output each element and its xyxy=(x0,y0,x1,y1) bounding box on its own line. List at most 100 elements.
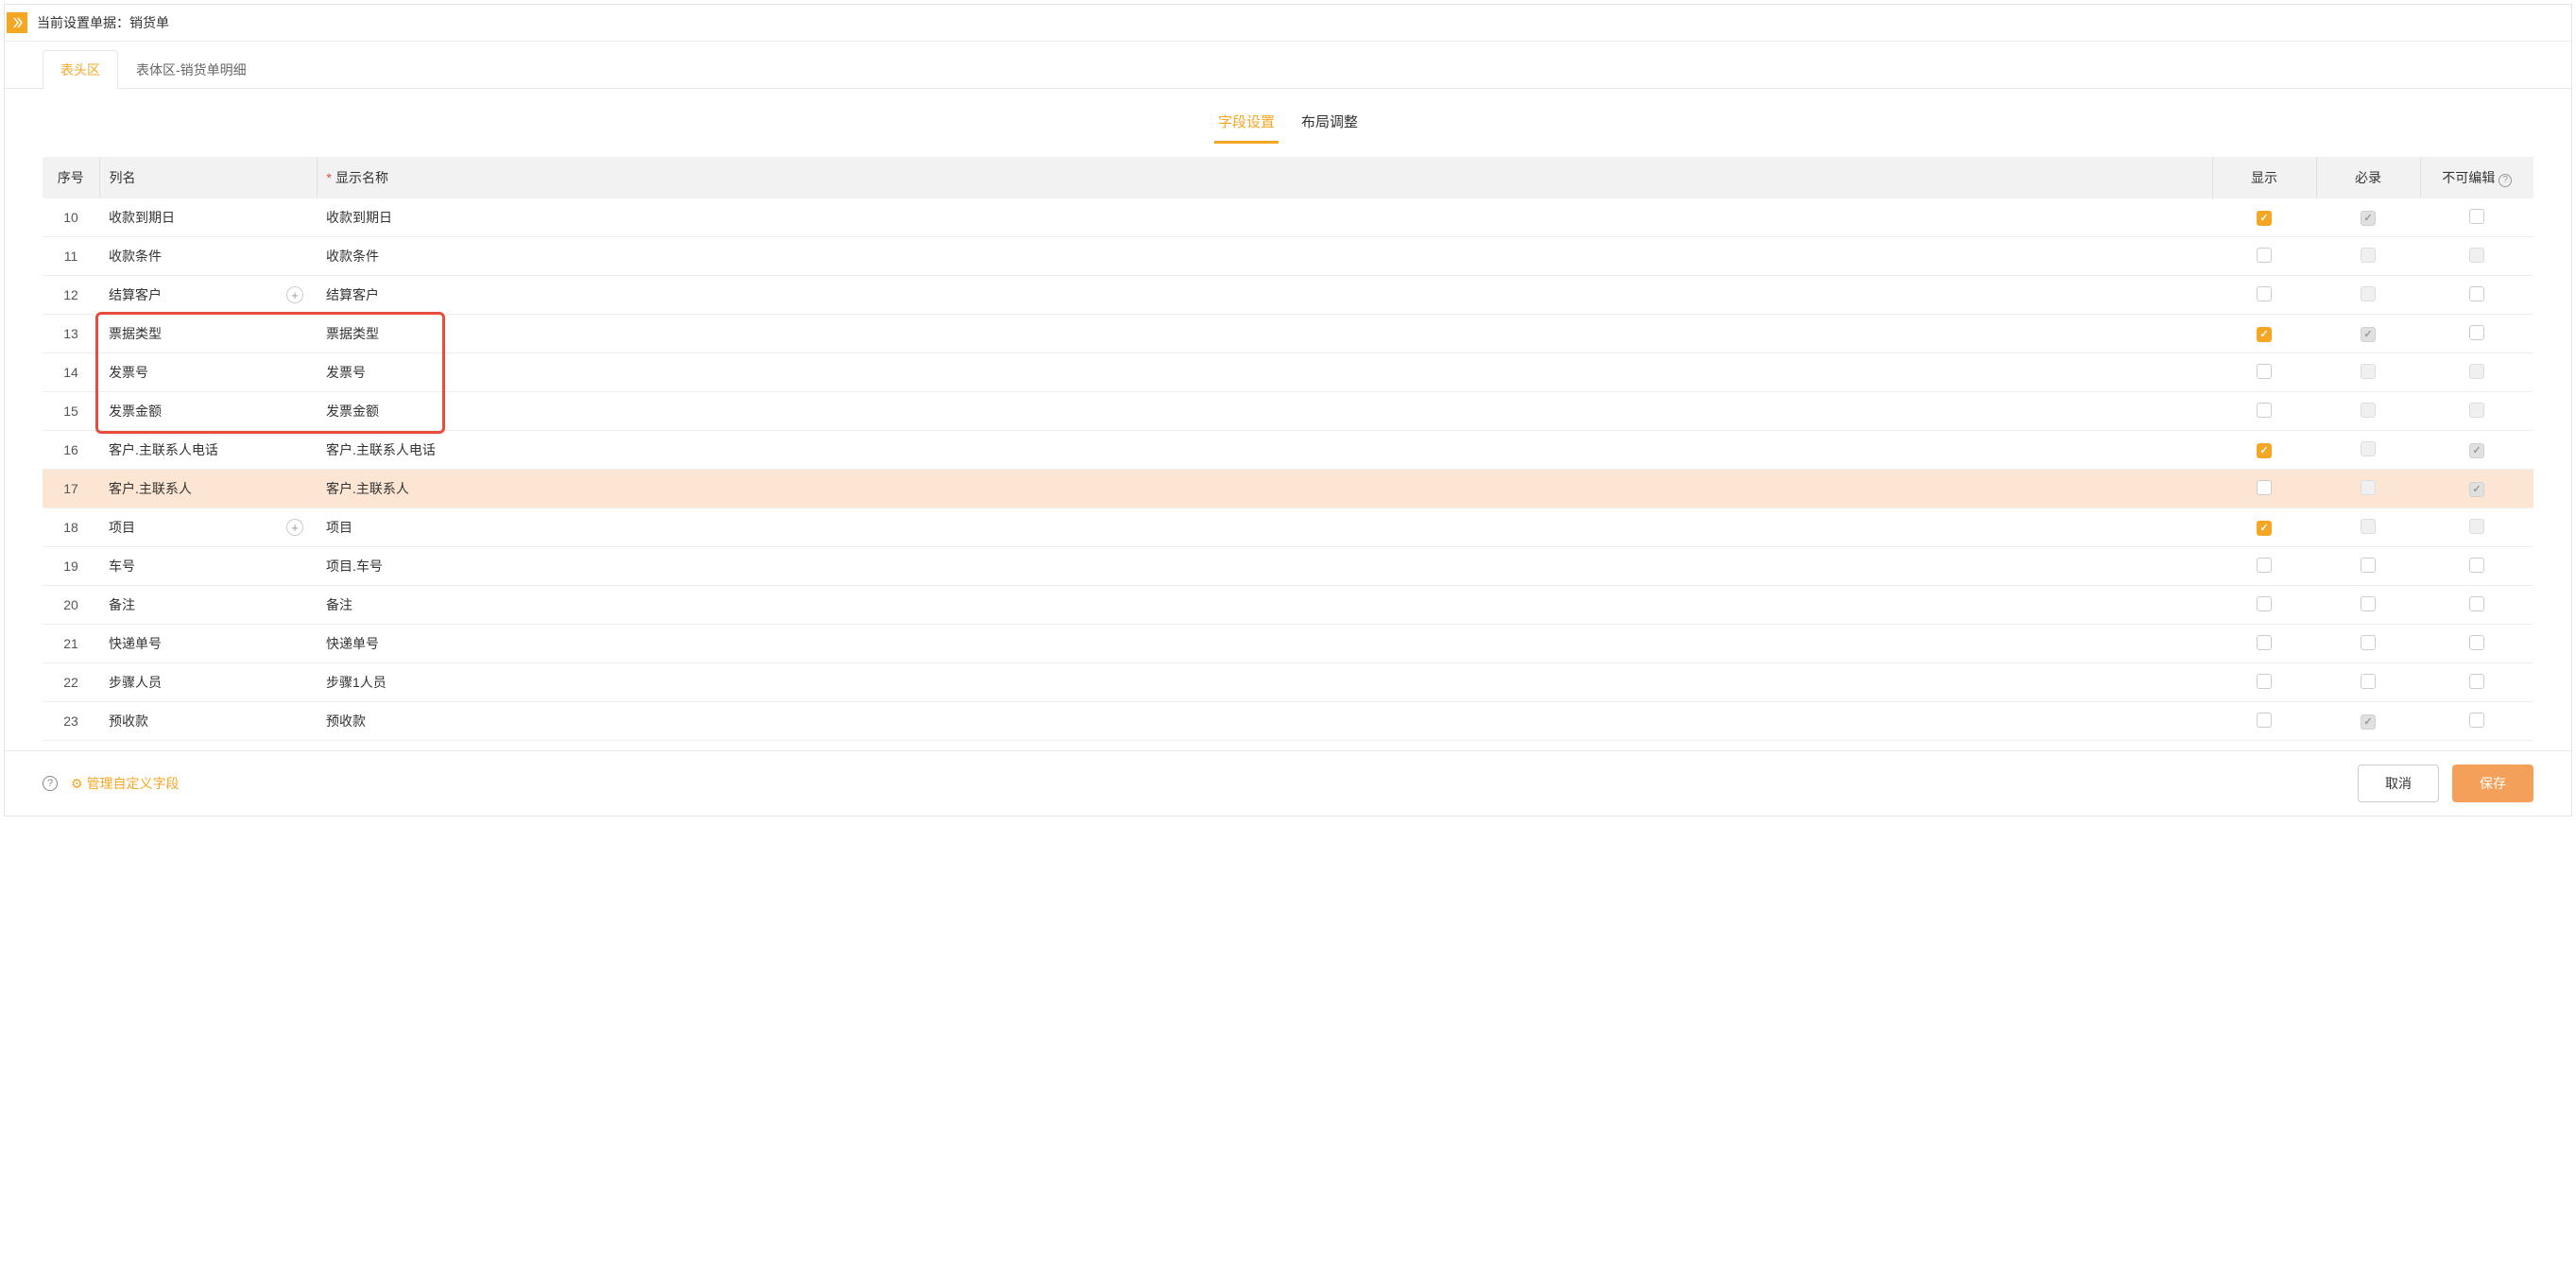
table-row[interactable]: 18项目+项目 xyxy=(43,508,2533,547)
cell-display-name[interactable]: 项目 xyxy=(317,508,2212,547)
cell-readonly xyxy=(2420,431,2533,470)
cell-required xyxy=(2316,198,2420,237)
cell-display-name[interactable]: 步骤1人员 xyxy=(317,663,2212,702)
plus-icon[interactable]: + xyxy=(286,519,303,536)
checkbox-readonly xyxy=(2469,519,2484,534)
cell-display-name[interactable]: 客户.主联系人 xyxy=(317,470,2212,508)
col-header-colname: 列名 xyxy=(99,157,317,198)
cell-show xyxy=(2212,353,2316,392)
manage-custom-fields-link[interactable]: ⚙ 管理自定义字段 xyxy=(71,774,180,793)
save-button[interactable]: 保存 xyxy=(2452,765,2533,802)
checkbox-readonly[interactable] xyxy=(2469,209,2484,224)
checkbox-readonly[interactable] xyxy=(2469,558,2484,573)
cell-show xyxy=(2212,547,2316,586)
cell-display-name[interactable]: 收款条件 xyxy=(317,237,2212,276)
cell-show xyxy=(2212,625,2316,663)
checkbox-show[interactable] xyxy=(2257,480,2272,495)
cell-display-name[interactable]: 项目.车号 xyxy=(317,547,2212,586)
cell-readonly xyxy=(2420,315,2533,353)
footer-bar: ? ⚙ 管理自定义字段 取消 保存 xyxy=(5,750,2571,816)
checkbox-required[interactable] xyxy=(2361,596,2376,611)
sub-tab-0[interactable]: 字段设置 xyxy=(1214,106,1279,144)
checkbox-show[interactable] xyxy=(2257,364,2272,379)
table-row[interactable]: 22步骤人员步骤1人员 xyxy=(43,663,2533,702)
cell-seq: 17 xyxy=(43,470,99,508)
cell-seq: 23 xyxy=(43,702,99,741)
cell-show xyxy=(2212,237,2316,276)
col-header-readonly: 不可编辑? xyxy=(2420,157,2533,198)
cell-display-name[interactable]: 备注 xyxy=(317,586,2212,625)
cell-required xyxy=(2316,547,2420,586)
checkbox-show[interactable] xyxy=(2257,558,2272,573)
plus-icon[interactable]: + xyxy=(286,286,303,303)
sub-tab-1[interactable]: 布局调整 xyxy=(1297,106,1362,144)
cancel-button[interactable]: 取消 xyxy=(2358,765,2439,802)
cell-required xyxy=(2316,237,2420,276)
cell-readonly xyxy=(2420,198,2533,237)
table-row[interactable]: 21快递单号快递单号 xyxy=(43,625,2533,663)
table-row[interactable]: 13票据类型票据类型 xyxy=(43,315,2533,353)
cell-seq: 16 xyxy=(43,431,99,470)
checkbox-required xyxy=(2361,327,2376,342)
checkbox-show[interactable] xyxy=(2257,286,2272,301)
table-row[interactable]: 23预收款预收款 xyxy=(43,702,2533,741)
table-row[interactable]: 10收款到期日收款到期日 xyxy=(43,198,2533,237)
cell-column-name: 发票金额 xyxy=(99,392,317,431)
cell-display-name[interactable]: 客户.主联系人电话 xyxy=(317,431,2212,470)
cell-required xyxy=(2316,702,2420,741)
sub-tabs: 字段设置布局调整 xyxy=(5,106,2571,144)
cell-display-name[interactable]: 快递单号 xyxy=(317,625,2212,663)
table-row[interactable]: 17客户.主联系人客户.主联系人 xyxy=(43,470,2533,508)
checkbox-required[interactable] xyxy=(2361,674,2376,689)
cell-display-name[interactable]: 票据类型 xyxy=(317,315,2212,353)
checkbox-show[interactable] xyxy=(2257,211,2272,226)
checkbox-readonly xyxy=(2469,248,2484,263)
cell-readonly xyxy=(2420,237,2533,276)
cell-display-name[interactable]: 发票号 xyxy=(317,353,2212,392)
cell-column-name: 票据类型 xyxy=(99,315,317,353)
checkbox-readonly[interactable] xyxy=(2469,596,2484,611)
checkbox-readonly[interactable] xyxy=(2469,635,2484,650)
table-row[interactable]: 11收款条件收款条件 xyxy=(43,237,2533,276)
checkbox-required[interactable] xyxy=(2361,635,2376,650)
checkbox-readonly[interactable] xyxy=(2469,713,2484,728)
cell-display-name[interactable]: 发票金额 xyxy=(317,392,2212,431)
cell-display-name[interactable]: 结算客户 xyxy=(317,276,2212,315)
cell-seq: 15 xyxy=(43,392,99,431)
table-row[interactable]: 15发票金额发票金额 xyxy=(43,392,2533,431)
tab-0[interactable]: 表头区 xyxy=(43,50,118,89)
tab-1[interactable]: 表体区-销货单明细 xyxy=(118,50,265,89)
checkbox-show[interactable] xyxy=(2257,248,2272,263)
help-icon[interactable]: ? xyxy=(2499,174,2512,187)
checkbox-readonly[interactable] xyxy=(2469,325,2484,340)
checkbox-show[interactable] xyxy=(2257,596,2272,611)
col-header-displayname: *显示名称 xyxy=(317,157,2212,198)
table-row[interactable]: 14发票号发票号 xyxy=(43,353,2533,392)
checkbox-readonly[interactable] xyxy=(2469,674,2484,689)
checkbox-show[interactable] xyxy=(2257,713,2272,728)
footer-help-icon[interactable]: ? xyxy=(43,776,58,791)
cell-show xyxy=(2212,431,2316,470)
checkbox-readonly[interactable] xyxy=(2469,286,2484,301)
table-row[interactable]: 20备注备注 xyxy=(43,586,2533,625)
collapse-button[interactable] xyxy=(7,12,27,33)
checkbox-required xyxy=(2361,403,2376,418)
table-row[interactable]: 19车号项目.车号 xyxy=(43,547,2533,586)
checkbox-show[interactable] xyxy=(2257,327,2272,342)
cell-display-name[interactable]: 预收款 xyxy=(317,702,2212,741)
cell-show xyxy=(2212,276,2316,315)
field-table: 序号 列名 *显示名称 显示 必录 不可编辑? 10收款到期日收款到期日11收款… xyxy=(43,157,2533,741)
table-row[interactable]: 16客户.主联系人电话客户.主联系人电话 xyxy=(43,431,2533,470)
table-row[interactable]: 12结算客户+结算客户 xyxy=(43,276,2533,315)
checkbox-required[interactable] xyxy=(2361,558,2376,573)
checkbox-show[interactable] xyxy=(2257,521,2272,536)
checkbox-readonly xyxy=(2469,443,2484,458)
cell-display-name[interactable]: 收款到期日 xyxy=(317,198,2212,237)
checkbox-show[interactable] xyxy=(2257,635,2272,650)
cell-seq: 22 xyxy=(43,663,99,702)
checkbox-show[interactable] xyxy=(2257,674,2272,689)
cell-seq: 12 xyxy=(43,276,99,315)
checkbox-show[interactable] xyxy=(2257,403,2272,418)
cell-column-name: 收款条件 xyxy=(99,237,317,276)
checkbox-show[interactable] xyxy=(2257,443,2272,458)
